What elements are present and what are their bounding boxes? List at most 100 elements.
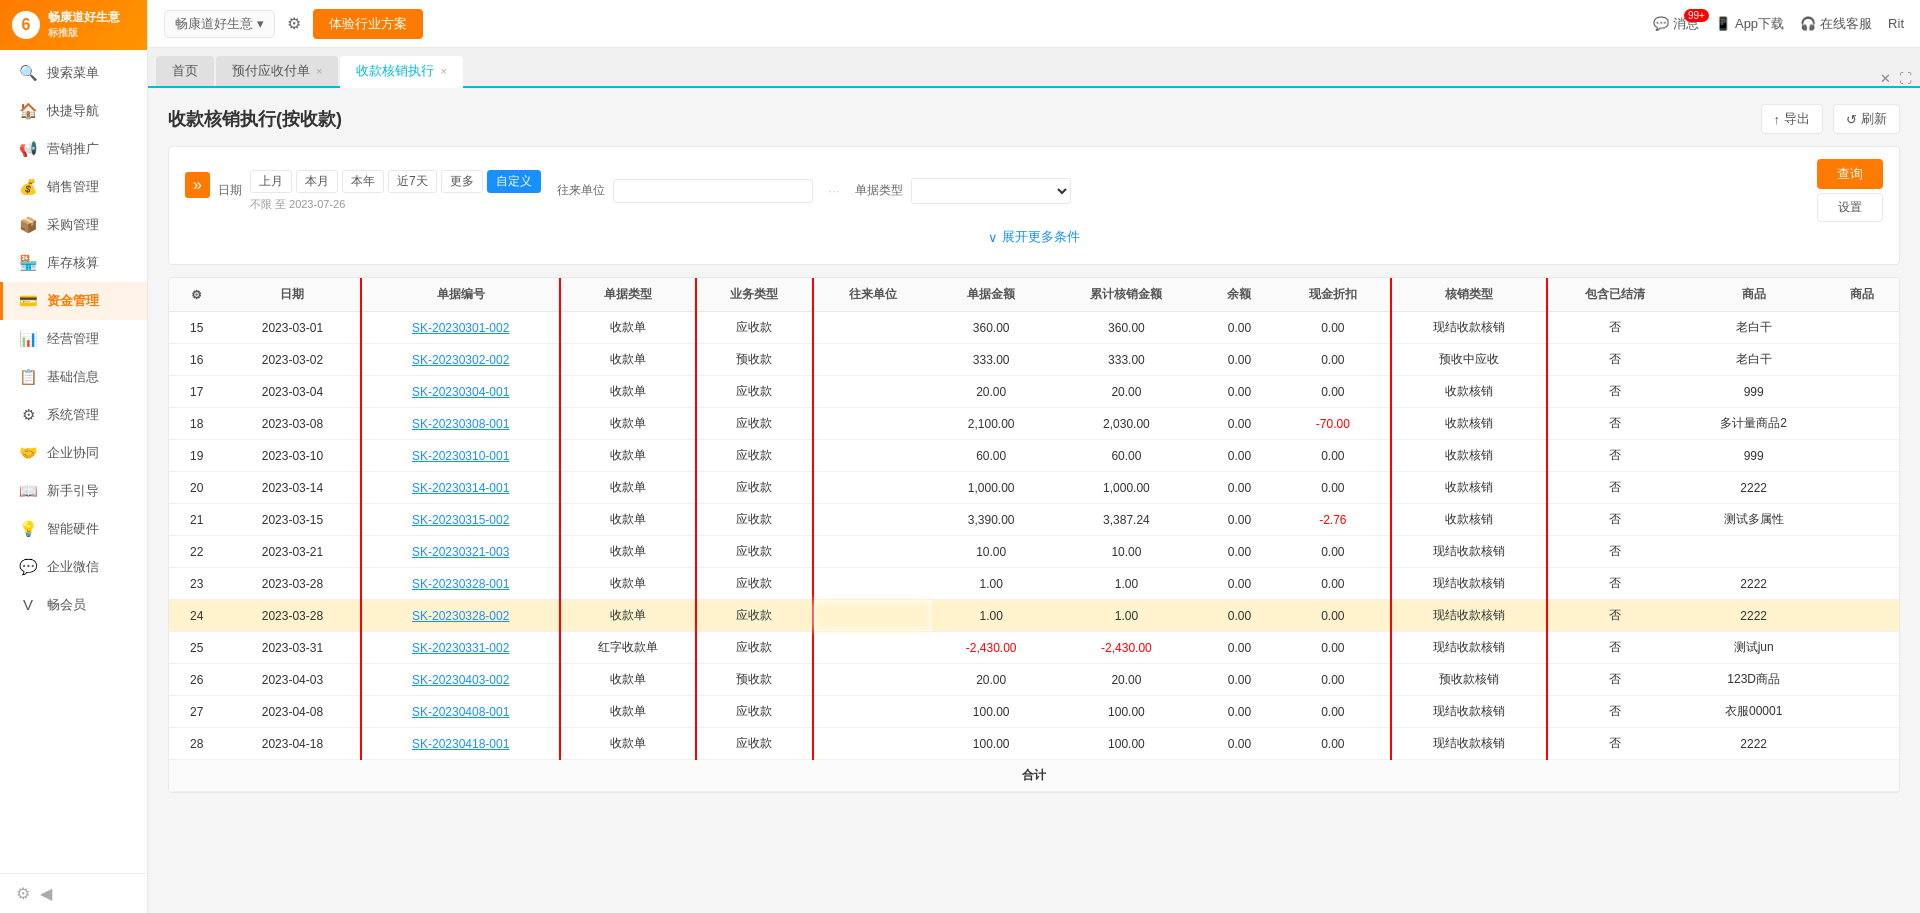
cell-bill-no[interactable]: SK-20230331-002 [361, 632, 560, 664]
search-btn[interactable]: 查询 [1817, 159, 1883, 189]
cell-idx: 17 [169, 376, 224, 408]
settings-icon[interactable]: ⚙ [16, 884, 30, 903]
table-row: 192023-03-10SK-20230310-001收款单应收款██████6… [169, 440, 1899, 472]
sidebar-item-system[interactable]: ⚙系统管理 [0, 396, 147, 434]
tab-collection[interactable]: 收款核销执行 × [340, 56, 462, 88]
cell-date: 2023-03-28 [224, 568, 361, 600]
cell-balance: 0.00 [1203, 728, 1276, 760]
last-7days-btn[interactable]: 近7天 [388, 170, 437, 193]
this-year-btn[interactable]: 本年 [342, 170, 384, 193]
expand-btn[interactable]: ∨ 展开更多条件 [988, 228, 1080, 246]
export-btn[interactable]: ↑ 导出 [1761, 104, 1824, 134]
filter-divider: ··· [829, 183, 840, 198]
sidebar-item-marketing[interactable]: 📢营销推广 [0, 130, 147, 168]
this-month-btn[interactable]: 本月 [296, 170, 338, 193]
table-row: 252023-03-31SK-20230331-002红字收款单应收款█████… [169, 632, 1899, 664]
cell-bill-type: 收款单 [560, 376, 696, 408]
cell-bill-no[interactable]: SK-20230310-001 [361, 440, 560, 472]
cell-cash-discount: 0.00 [1276, 376, 1391, 408]
sidebar-item-label-operation: 经营管理 [47, 330, 99, 348]
cell-goods-img [1826, 664, 1899, 696]
user-menu[interactable]: Rit [1888, 16, 1904, 31]
sidebar-item-operation[interactable]: 📊经营管理 [0, 320, 147, 358]
topbar-dropdown[interactable]: 畅康道好生意 ▾ [164, 10, 275, 38]
cell-write-off: -2,430.00 [1050, 632, 1203, 664]
cell-bill-no[interactable]: SK-20230328-002 [361, 600, 560, 632]
cell-balance: 0.00 [1203, 632, 1276, 664]
cell-bill-no[interactable]: SK-20230301-002 [361, 312, 560, 344]
tab-home[interactable]: 首页 [156, 56, 214, 86]
custom-date-btn[interactable]: 自定义 [487, 170, 541, 193]
gear-icon[interactable]: ⚙ [287, 14, 301, 33]
filter-settings-btn[interactable]: 设置 [1817, 193, 1883, 222]
cell-bill-no[interactable]: SK-20230315-002 [361, 504, 560, 536]
sidebar-item-guide[interactable]: 📖新手引导 [0, 472, 147, 510]
main-panel: 畅康道好生意 ▾ ⚙ 体验行业方案 💬 消息 99+ 📱 App下载 🎧 在线客… [148, 0, 1920, 913]
partner-input[interactable] [613, 179, 813, 203]
sidebar-item-fund[interactable]: 💳资金管理 [0, 282, 147, 320]
filter-toggle-btn[interactable]: » [185, 172, 210, 198]
cell-bill-type: 收款单 [560, 408, 696, 440]
collapse-icon[interactable]: ◀ [40, 884, 52, 903]
cell-amount: 60.00 [932, 440, 1050, 472]
topbar-left: 畅康道好生意 ▾ ⚙ 体验行业方案 [164, 9, 1641, 39]
cell-biz-type: 应收款 [696, 728, 812, 760]
cell-write-off-type: 收款核销 [1391, 472, 1547, 504]
online-service-btn[interactable]: 🎧 在线客服 [1800, 15, 1872, 33]
refresh-btn[interactable]: ↺ 刷新 [1833, 104, 1900, 134]
cell-bill-no[interactable]: SK-20230304-001 [361, 376, 560, 408]
tab-advance[interactable]: 预付应收付单 × [216, 56, 338, 86]
maximize-icon[interactable]: ⛶ [1899, 71, 1912, 86]
sidebar-item-search[interactable]: 🔍搜索菜单 [0, 54, 147, 92]
cell-bill-no[interactable]: SK-20230328-001 [361, 568, 560, 600]
cell-balance: 0.00 [1203, 600, 1276, 632]
cell-include-settled: 否 [1547, 728, 1682, 760]
member-icon: V [19, 596, 37, 613]
table-row: 172023-03-04SK-20230304-001收款单应收款██████2… [169, 376, 1899, 408]
cell-write-off: 2,030.00 [1050, 408, 1203, 440]
more-date-btn[interactable]: 更多 [441, 170, 483, 193]
cell-goods-img [1826, 696, 1899, 728]
cell-write-off-type: 现结收款核销 [1391, 600, 1547, 632]
message-btn[interactable]: 💬 消息 99+ [1653, 15, 1699, 33]
bill-type-select[interactable] [911, 178, 1071, 204]
last-month-btn[interactable]: 上月 [250, 170, 292, 193]
cell-bill-no[interactable]: SK-20230308-001 [361, 408, 560, 440]
export-label: 导出 [1784, 110, 1810, 128]
close-all-icon[interactable]: ✕ [1880, 71, 1891, 86]
sidebar-item-label-inventory: 库存核算 [47, 254, 99, 272]
cell-idx: 24 [169, 600, 224, 632]
sidebar-item-hardware[interactable]: 💡智能硬件 [0, 510, 147, 548]
fund-icon: 💳 [19, 292, 37, 310]
tabbar-actions: ✕ ⛶ [1872, 71, 1920, 86]
sidebar-item-inventory[interactable]: 🏪库存核算 [0, 244, 147, 282]
cell-bill-no[interactable]: SK-20230403-002 [361, 664, 560, 696]
tab-advance-close[interactable]: × [316, 65, 322, 77]
cell-bill-no[interactable]: SK-20230418-001 [361, 728, 560, 760]
cell-write-off-type: 收款核销 [1391, 440, 1547, 472]
industry-btn[interactable]: 体验行业方案 [313, 9, 423, 39]
sidebar-item-wechat[interactable]: 💬企业微信 [0, 548, 147, 586]
sidebar-item-quick[interactable]: 🏠快捷导航 [0, 92, 147, 130]
cell-write-off: 20.00 [1050, 376, 1203, 408]
sidebar-item-corp[interactable]: 🤝企业协同 [0, 434, 147, 472]
refresh-icon: ↺ [1846, 112, 1857, 127]
cell-include-settled: 否 [1547, 600, 1682, 632]
cell-bill-no[interactable]: SK-20230321-003 [361, 536, 560, 568]
cell-balance: 0.00 [1203, 408, 1276, 440]
cell-bill-no[interactable]: SK-20230302-002 [361, 344, 560, 376]
cell-date: 2023-03-08 [224, 408, 361, 440]
cell-bill-no[interactable]: SK-20230314-001 [361, 472, 560, 504]
app-download-btn[interactable]: 📱 App下载 [1715, 15, 1784, 33]
cell-goods: 老白干 [1682, 312, 1826, 344]
sidebar-item-purchase[interactable]: 📦采购管理 [0, 206, 147, 244]
date-label: 日期 [218, 182, 242, 199]
cell-bill-type: 红字收款单 [560, 632, 696, 664]
sidebar-item-member[interactable]: V 畅会员 [0, 586, 147, 624]
tab-collection-close[interactable]: × [440, 65, 446, 77]
wechat-icon: 💬 [19, 558, 37, 576]
sidebar-item-sales[interactable]: 💰销售管理 [0, 168, 147, 206]
sidebar-item-basic[interactable]: 📋基础信息 [0, 358, 147, 396]
cell-bill-no[interactable]: SK-20230408-001 [361, 696, 560, 728]
sidebar-item-label-member: 畅会员 [47, 596, 86, 614]
